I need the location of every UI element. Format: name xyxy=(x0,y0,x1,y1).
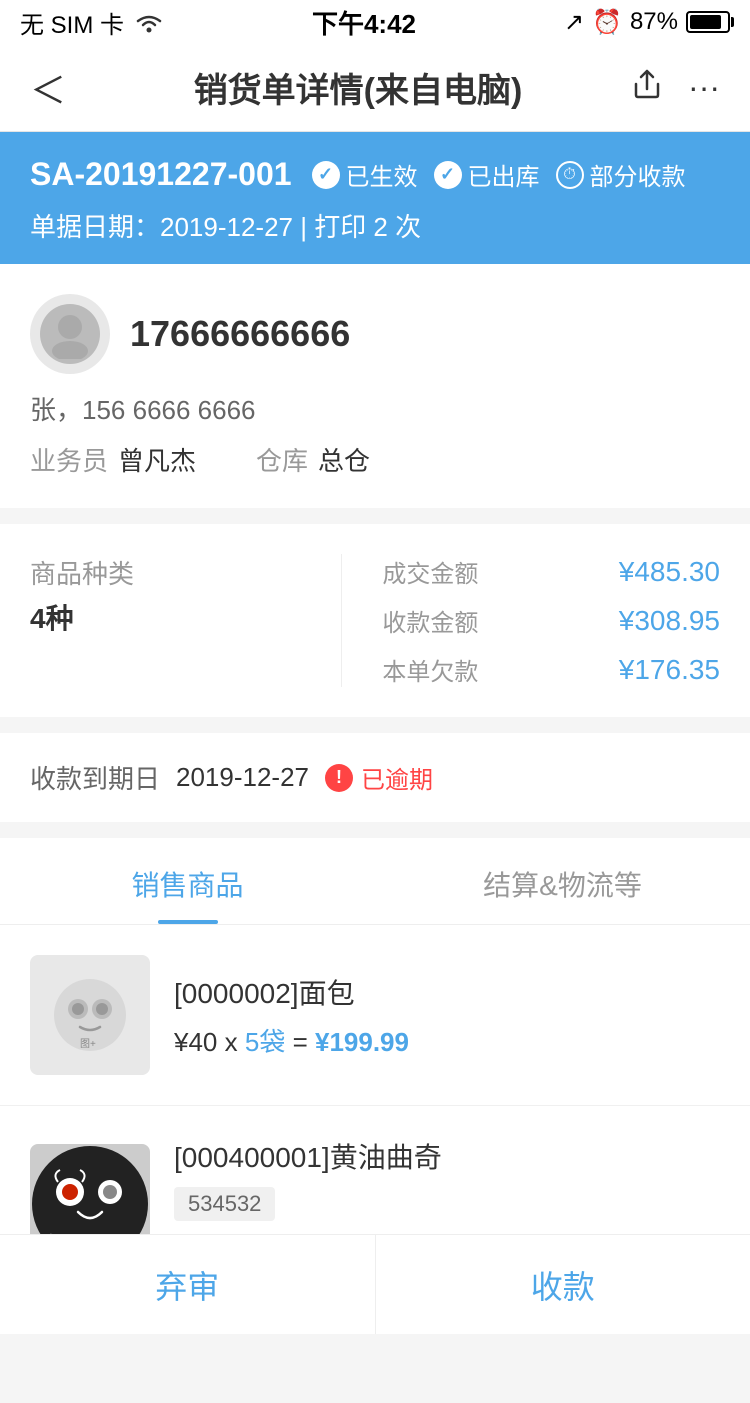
product-price-bread: ¥40 x 5袋 = ¥199.99 xyxy=(174,1022,720,1059)
customer-name: 张，156 6666 6666 xyxy=(30,390,720,427)
cancel-review-button[interactable]: 弃审 xyxy=(0,1235,376,1334)
bottom-bar: 弃审 收款 xyxy=(0,1234,750,1334)
status-left: 无 SIM 卡 xyxy=(20,5,164,40)
status-right: ↗ ⏰ 87% xyxy=(564,8,730,37)
status-bar: 无 SIM 卡 下午4:42 ↗ ⏰ 87% xyxy=(0,0,750,44)
order-header-banner: SA-20191227-001 ✓ 已生效 ✓ 已出库 ⏱ 部分收款 单据日期：… xyxy=(0,132,750,264)
product-sku-cookie: 534532 xyxy=(174,1187,275,1221)
battery-percent: 87% xyxy=(630,8,678,36)
banner-row1: SA-20191227-001 ✓ 已生效 ✓ 已出库 ⏱ 部分收款 xyxy=(30,156,720,193)
carrier-text: 无 SIM 卡 xyxy=(20,5,124,40)
warehouse-value: 总仓 xyxy=(318,441,370,478)
customer-row: 17666666666 xyxy=(30,294,720,374)
due-date-value: 2019-12-27 xyxy=(176,762,309,793)
sales-rep-label: 业务员 xyxy=(30,441,108,478)
product-qty-bread: 5袋 xyxy=(245,1027,285,1057)
product-item: 图+ [0000002]面包 ¥40 x 5袋 = ¥199.99 xyxy=(0,925,750,1106)
due-date-label: 收款到期日 xyxy=(30,759,160,796)
received-amount-row: 收款金额 ¥308.95 xyxy=(382,603,720,638)
page-title: 销货单详情(来自电脑) xyxy=(86,63,630,112)
collect-payment-button[interactable]: 收款 xyxy=(376,1235,750,1334)
warehouse-label: 仓库 xyxy=(256,441,308,478)
svg-text:图+: 图+ xyxy=(80,1038,96,1050)
overdue-badge: ! 已逾期 xyxy=(325,760,433,795)
wifi-icon xyxy=(134,11,164,33)
check-icon-effective: ✓ xyxy=(312,161,340,189)
product-total-bread: ¥199.99 xyxy=(315,1027,409,1057)
avatar-icon xyxy=(40,304,100,364)
customer-meta: 业务员 曾凡杰 仓库 总仓 xyxy=(30,441,720,478)
status-time: 下午4:42 xyxy=(312,4,416,41)
owed-amount-value: ¥176.35 xyxy=(619,654,720,686)
stats-section: 商品种类 4种 成交金额 ¥485.30 收款金额 ¥308.95 本单欠款 ¥… xyxy=(0,524,750,717)
nav-bar: ＜ 销货单详情(来自电脑) ··· xyxy=(0,44,750,132)
tabs-section: 销售商品 结算&物流等 xyxy=(0,838,750,925)
product-name-cookie: [000400001]黄油曲奇 xyxy=(174,1136,720,1176)
customer-section: 17666666666 张，156 6666 6666 业务员 曾凡杰 仓库 总… xyxy=(0,264,750,508)
owed-amount-label: 本单欠款 xyxy=(382,652,478,687)
overdue-icon: ! xyxy=(325,764,353,792)
product-types-label: 商品种类 xyxy=(30,554,311,591)
status-effective: ✓ 已生效 xyxy=(312,157,418,192)
product-info-bread: [0000002]面包 ¥40 x 5袋 = ¥199.99 xyxy=(174,972,720,1059)
alarm-icon: ⏰ xyxy=(592,8,622,37)
battery-icon xyxy=(686,11,730,33)
product-types-value: 4种 xyxy=(30,597,311,637)
overdue-text: 已逾期 xyxy=(361,760,433,795)
location-icon: ↗ xyxy=(564,8,584,37)
check-icon-shipped: ✓ xyxy=(434,161,462,189)
received-amount-value: ¥308.95 xyxy=(619,605,720,637)
tabs-row: 销售商品 结算&物流等 xyxy=(0,838,750,924)
owed-amount-row: 本单欠款 ¥176.35 xyxy=(382,652,720,687)
tab-sales-products[interactable]: 销售商品 xyxy=(0,838,375,924)
sales-rep: 业务员 曾凡杰 xyxy=(30,441,196,478)
avatar xyxy=(30,294,110,374)
clock-icon: ⏱ xyxy=(556,161,584,189)
customer-phone: 17666666666 xyxy=(130,313,350,355)
sales-rep-value: 曾凡杰 xyxy=(118,441,196,478)
order-id: SA-20191227-001 xyxy=(30,156,292,193)
product-name-bread: [0000002]面包 xyxy=(174,972,720,1012)
deal-amount-value: ¥485.30 xyxy=(619,556,720,588)
status-shipped: ✓ 已出库 xyxy=(434,157,540,192)
amount-stats: 成交金额 ¥485.30 收款金额 ¥308.95 本单欠款 ¥176.35 xyxy=(342,554,720,687)
warehouse: 仓库 总仓 xyxy=(256,441,370,478)
deal-amount-row: 成交金额 ¥485.30 xyxy=(382,554,720,589)
tab-settlement[interactable]: 结算&物流等 xyxy=(375,838,750,924)
due-date-section: 收款到期日 2019-12-27 ! 已逾期 xyxy=(0,733,750,822)
deal-amount-label: 成交金额 xyxy=(382,554,478,589)
nav-actions: ··· xyxy=(630,67,720,109)
back-button[interactable]: ＜ xyxy=(30,62,66,114)
share-button[interactable] xyxy=(630,67,664,109)
product-thumbnail-bread: 图+ xyxy=(30,955,150,1075)
product-types-stat: 商品种类 4种 xyxy=(30,554,342,687)
more-button[interactable]: ··· xyxy=(688,69,720,106)
status-partial-payment: ⏱ 部分收款 xyxy=(556,157,686,192)
doc-date: 单据日期：2019-12-27 | 打印 2 次 xyxy=(30,207,720,244)
received-amount-label: 收款金额 xyxy=(382,603,478,638)
status-badges: ✓ 已生效 ✓ 已出库 ⏱ 部分收款 xyxy=(312,157,686,192)
